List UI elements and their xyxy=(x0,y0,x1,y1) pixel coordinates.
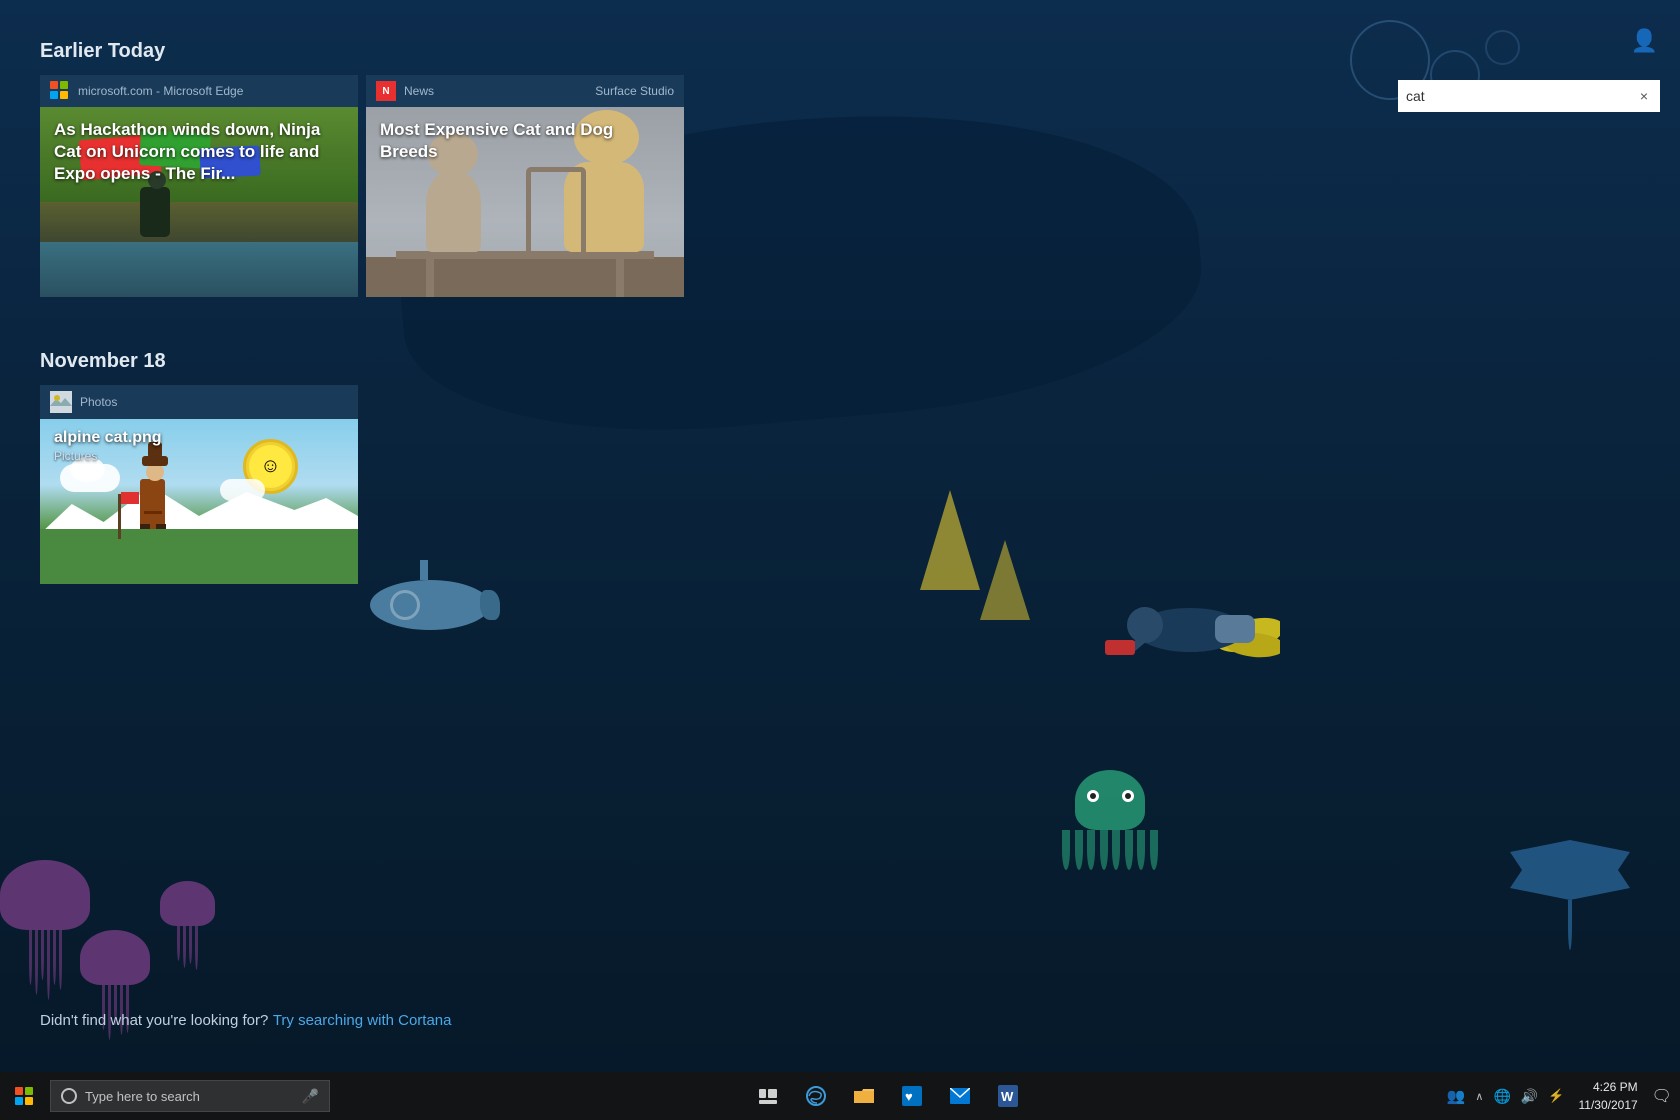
clock-date: 11/30/2017 xyxy=(1579,1096,1638,1114)
diver-icon xyxy=(1060,580,1260,660)
volume-icon[interactable]: 🔊 xyxy=(1521,1088,1538,1105)
news-article-card[interactable]: N News Surface Studio xyxy=(366,75,684,297)
fish-fin2-icon xyxy=(980,540,1030,620)
system-tray-icons: 👥 ∧ 🌐 🔊 ⚡ xyxy=(1447,1087,1565,1105)
taskbar-left-area: Type here to search 🎤 xyxy=(0,1072,330,1120)
octopus-icon xyxy=(1060,770,1160,870)
ms-logo-quad-yellow xyxy=(25,1097,33,1105)
microsoft-logo-icon xyxy=(50,81,70,101)
card-title-overlay: As Hackathon winds down, Ninja Cat on Un… xyxy=(40,107,358,197)
svg-text:♥: ♥ xyxy=(905,1089,913,1104)
fish-fin-icon xyxy=(920,490,980,590)
ms-logo-quad-green xyxy=(25,1087,33,1095)
action-center-button[interactable]: 🗨 xyxy=(1652,1086,1672,1106)
search-input[interactable]: cat xyxy=(1398,80,1628,112)
ms-logo-quad-red xyxy=(15,1087,23,1095)
november-section-label: November 18 xyxy=(40,350,358,373)
close-icon: × xyxy=(1640,88,1648,104)
photo-title-overlay: alpine cat.png Pictures xyxy=(40,419,358,473)
card-title: Most Expensive Cat and Dog Breeds xyxy=(380,119,670,163)
photo-file-card[interactable]: Photos ☺ xyxy=(40,385,358,584)
photo-filename: alpine cat.png xyxy=(54,429,344,447)
card-header: microsoft.com - Microsoft Edge xyxy=(40,75,358,107)
svg-text:W: W xyxy=(1001,1089,1014,1104)
power-icon[interactable]: ⚡ xyxy=(1548,1088,1564,1104)
microphone-icon[interactable]: 🎤 xyxy=(302,1088,319,1105)
photo-location: Pictures xyxy=(54,449,344,463)
card-app-label: Surface Studio xyxy=(595,84,674,98)
stingray-icon xyxy=(1510,840,1630,920)
network-icon[interactable]: 🌐 xyxy=(1493,1088,1510,1105)
search-box[interactable]: cat × xyxy=(1398,80,1660,112)
photos-app-icon xyxy=(50,391,72,413)
earlier-today-section: Earlier Today microsoft.com - Microsoft … xyxy=(40,40,684,297)
card-title: As Hackathon winds down, Ninja Cat on Un… xyxy=(54,119,344,185)
taskbar: Type here to search 🎤 xyxy=(0,1072,1680,1120)
card-source-label: News xyxy=(404,84,587,98)
bg-decor-circle3 xyxy=(1485,30,1520,65)
taskbar-system-tray: 👥 ∧ 🌐 🔊 ⚡ 4:26 PM 11/30/2017 🗨 xyxy=(1447,1078,1680,1114)
edge-article-card[interactable]: microsoft.com - Microsoft Edge xyxy=(40,75,358,297)
user-account-icon[interactable]: 👤 xyxy=(1631,28,1658,54)
card-image: Most Expensive Cat and Dog Breeds xyxy=(366,107,684,297)
jellyfish-icon xyxy=(0,860,90,1000)
card-image: As Hackathon winds down, Ninja Cat on Un… xyxy=(40,107,358,297)
file-explorer-taskbar-button[interactable] xyxy=(840,1072,888,1120)
taskbar-pinned-apps: ♥ W xyxy=(744,1072,1032,1120)
search-clear-button[interactable]: × xyxy=(1628,80,1660,112)
task-view-button[interactable] xyxy=(744,1072,792,1120)
earlier-today-label: Earlier Today xyxy=(40,40,684,63)
submarine-icon xyxy=(370,580,490,630)
not-found-notice: Didn't find what you're looking for? Try… xyxy=(40,1012,452,1030)
edge-browser-taskbar-button[interactable] xyxy=(792,1072,840,1120)
jellyfish3-icon xyxy=(160,881,215,970)
card-source-label: microsoft.com - Microsoft Edge xyxy=(78,84,348,98)
ms-logo-quad-blue xyxy=(15,1097,23,1105)
photo-card-header: Photos xyxy=(40,385,358,419)
taskbar-search-placeholder: Type here to search xyxy=(85,1089,200,1104)
system-clock[interactable]: 4:26 PM 11/30/2017 xyxy=(1571,1078,1646,1114)
search-icon xyxy=(61,1088,77,1104)
not-found-text: Didn't find what you're looking for? xyxy=(40,1012,268,1029)
earlier-today-cards: microsoft.com - Microsoft Edge xyxy=(40,75,684,297)
show-hidden-icons-button[interactable]: ∧ xyxy=(1475,1090,1483,1103)
windows-logo-icon xyxy=(15,1087,33,1105)
clock-time: 4:26 PM xyxy=(1579,1078,1638,1096)
cortana-search-link[interactable]: Try searching with Cortana xyxy=(273,1012,452,1029)
photos-source-label: Photos xyxy=(80,395,117,409)
card-title-overlay: Most Expensive Cat and Dog Breeds xyxy=(366,107,684,175)
news-app-icon: N xyxy=(376,81,396,101)
word-app-taskbar-button[interactable]: W xyxy=(984,1072,1032,1120)
people-taskbar-icon[interactable]: 👥 xyxy=(1447,1087,1466,1105)
november-section: November 18 Photos ☺ xyxy=(40,350,358,584)
taskbar-search-bar[interactable]: Type here to search 🎤 xyxy=(50,1080,330,1112)
mail-app-taskbar-button[interactable] xyxy=(936,1072,984,1120)
windows-store-taskbar-button[interactable]: ♥ xyxy=(888,1072,936,1120)
photo-card-image: ☺ alpine cat.png xyxy=(40,419,358,584)
alpine-grass-decor xyxy=(40,529,358,584)
start-button[interactable] xyxy=(0,1072,48,1120)
card-header: N News Surface Studio xyxy=(366,75,684,107)
